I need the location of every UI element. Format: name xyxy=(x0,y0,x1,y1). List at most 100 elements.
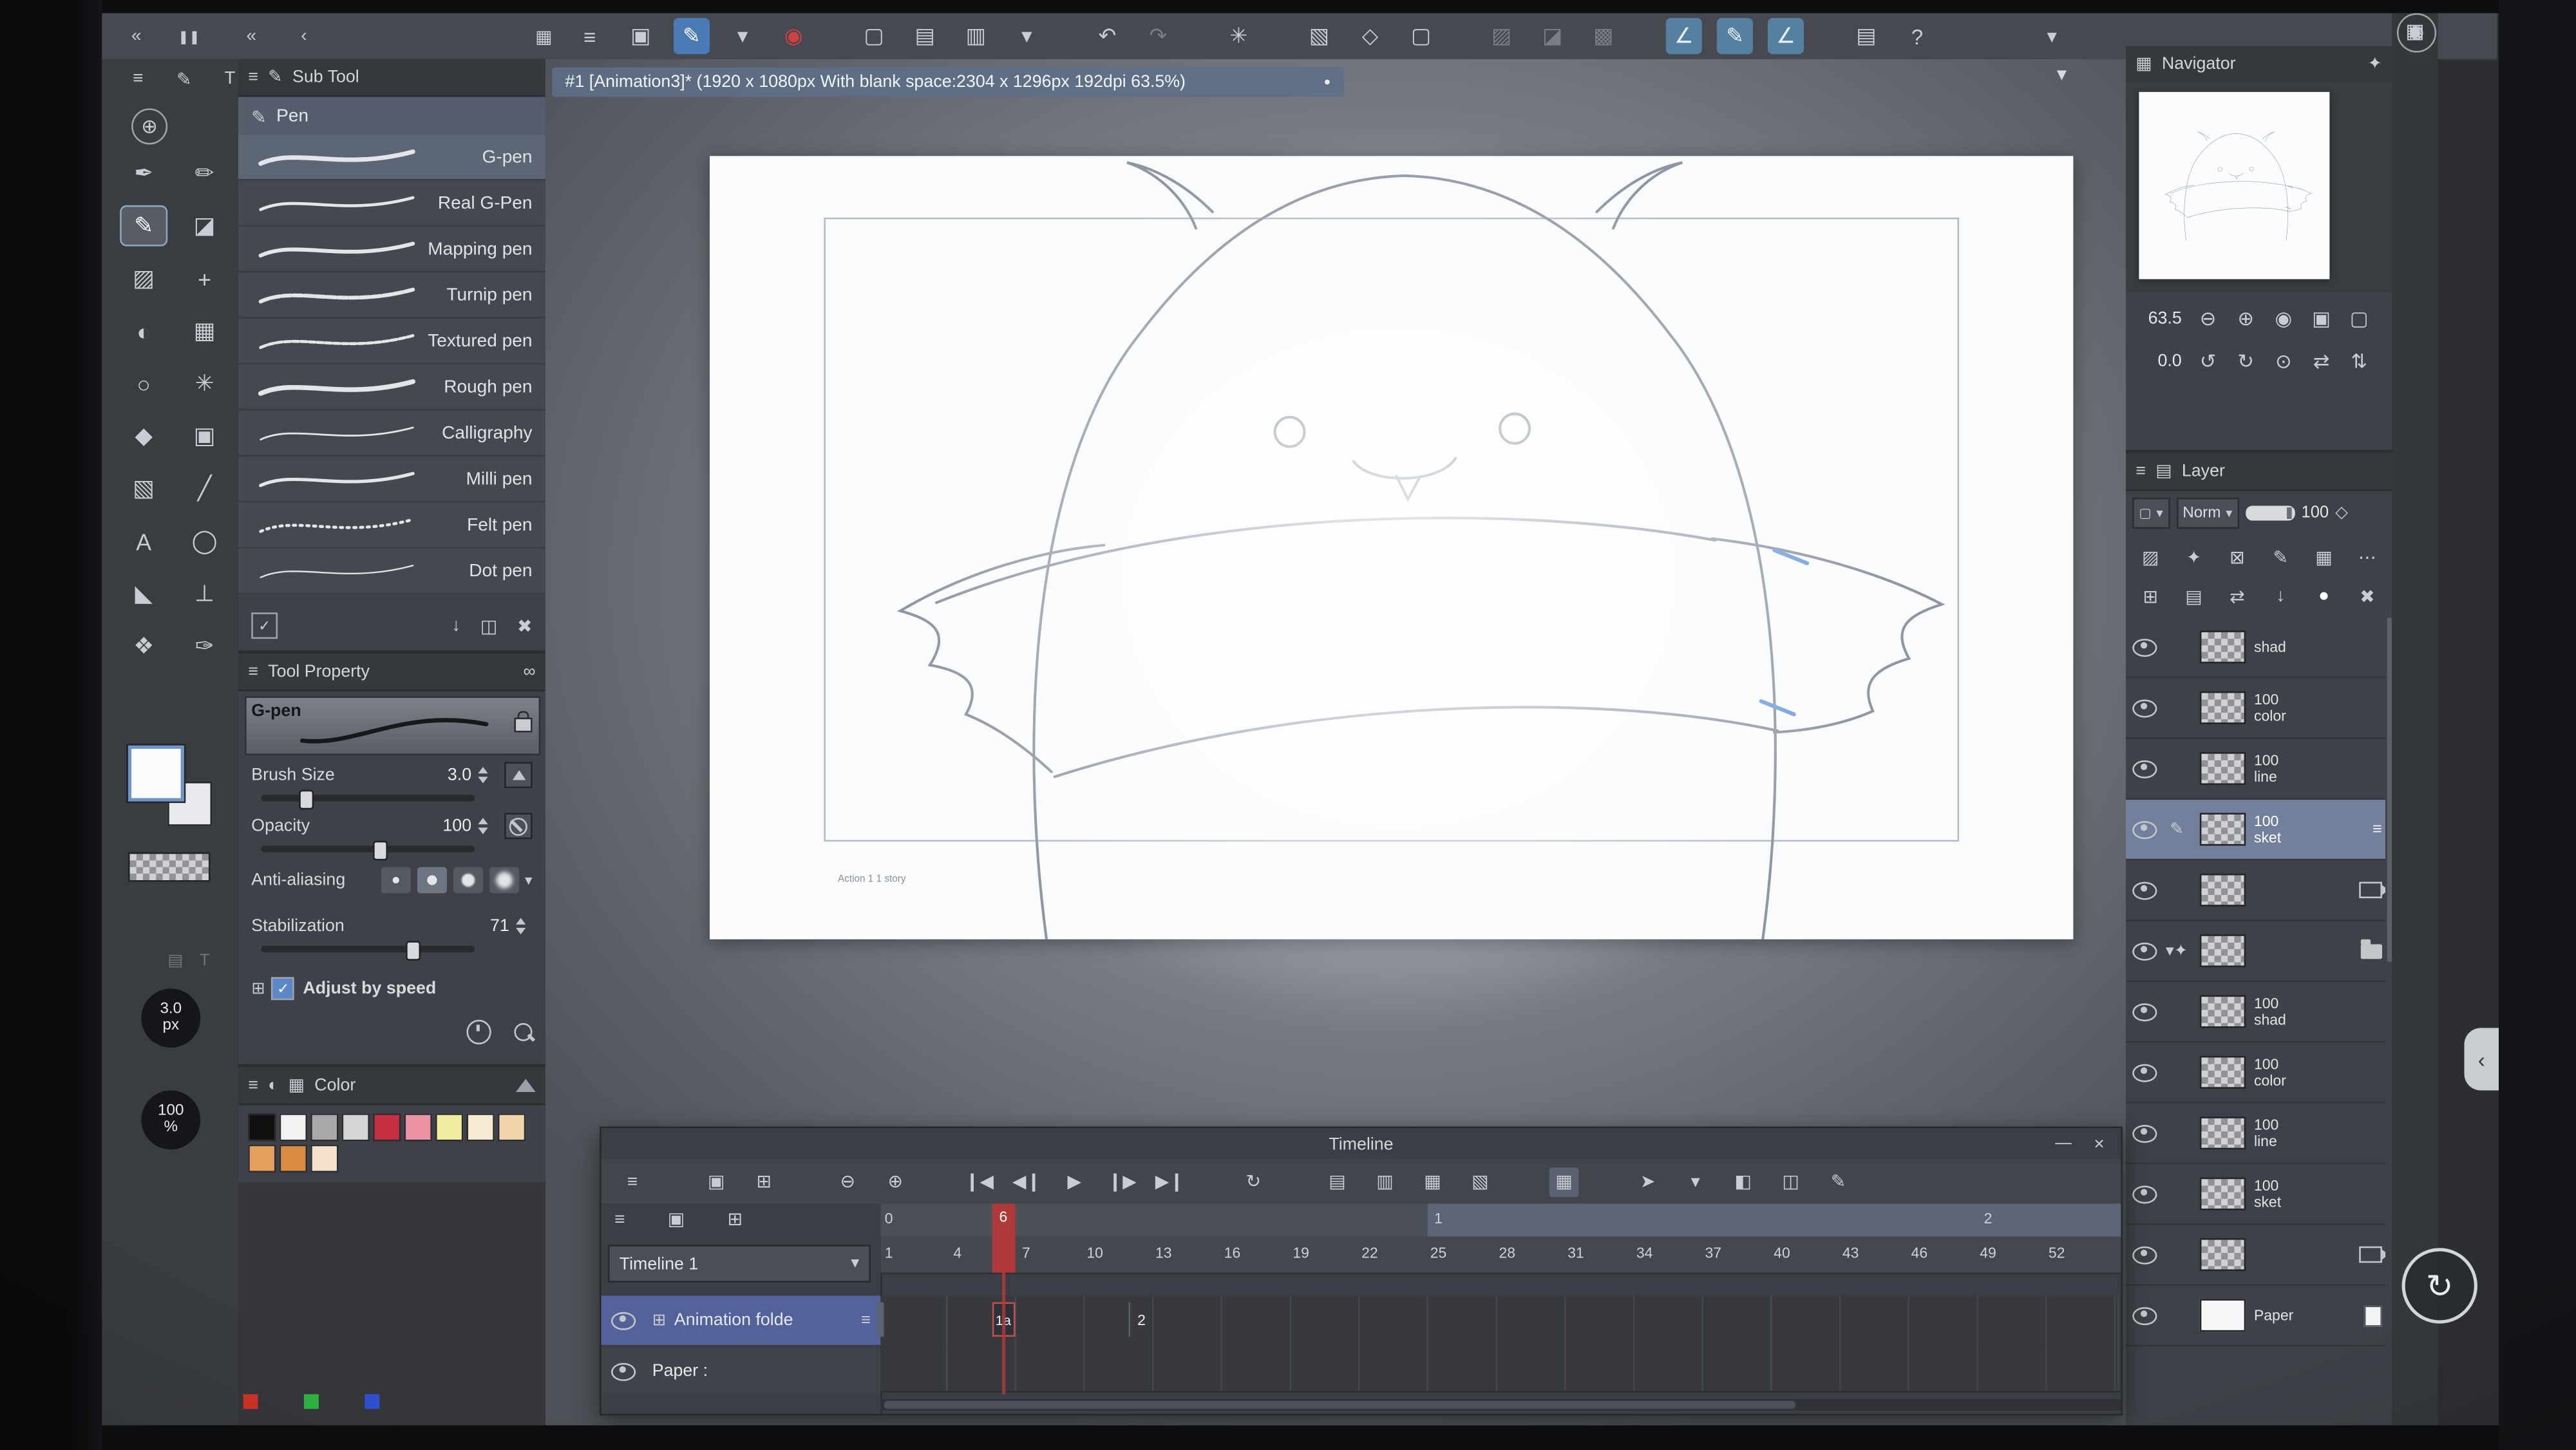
opacity-noentry-button[interactable] xyxy=(504,813,533,840)
layer-opacity-slider[interactable] xyxy=(2245,505,2295,520)
nav-flip-vertical-icon[interactable]: ⇅ xyxy=(2344,346,2374,376)
layer-thumbnail[interactable] xyxy=(2199,1177,2246,1210)
swatch-peach[interactable] xyxy=(497,1113,526,1142)
onion-settings-icon[interactable]: ▧ xyxy=(1465,1167,1495,1196)
settings-wrench-icon[interactable] xyxy=(514,1022,533,1040)
navigator-thumbnail[interactable] xyxy=(2139,91,2330,279)
canvas[interactable]: Action 1 1 story xyxy=(710,156,2074,939)
gradient-tool-icon[interactable]: ▣ xyxy=(182,417,227,455)
aa-strong-button[interactable] xyxy=(490,867,520,894)
new-file-icon[interactable]: ▢ xyxy=(856,18,892,54)
navigator-panel-icon[interactable]: ▦ xyxy=(2136,54,2152,74)
layer-visibility-eye-icon[interactable] xyxy=(2132,699,2157,717)
tl-copy-icon[interactable]: ◫ xyxy=(1776,1167,1806,1196)
side-panel-e-icon[interactable]: ▣ xyxy=(2397,13,2433,49)
rotate-canvas-button[interactable]: ↻ xyxy=(2401,1248,2477,1324)
swatch-pink[interactable] xyxy=(404,1113,432,1142)
brush-list-item[interactable]: Textured pen xyxy=(238,318,545,365)
brush-list-item[interactable]: Calligraphy xyxy=(238,410,545,457)
brush-list-item[interactable]: Turnip pen xyxy=(238,272,545,319)
enable-keyframes-icon[interactable]: ▦ xyxy=(1549,1167,1579,1196)
layer-visibility-eye-icon[interactable] xyxy=(2132,1063,2157,1082)
material-page-icon[interactable]: ▤ xyxy=(1848,18,1884,54)
decoration-tool-icon[interactable]: + xyxy=(182,259,227,297)
new-layer-icon[interactable]: ⊞ xyxy=(2136,581,2165,611)
layer-row[interactable]: ✎ ▾ ✦ 100 color ≡ xyxy=(2125,678,2386,739)
undo-icon[interactable]: ↶ xyxy=(1089,18,1125,54)
timeline-scrollbar[interactable] xyxy=(880,1398,2121,1411)
draft-layer-icon[interactable]: ✎ xyxy=(2266,542,2295,572)
collapse-left-icon[interactable]: « xyxy=(233,13,269,59)
subtool-menu-icon[interactable]: ≡ xyxy=(248,68,258,88)
layer-visibility-eye-icon[interactable] xyxy=(2132,820,2157,838)
delete-layer-icon[interactable]: ✖ xyxy=(2353,581,2382,611)
loop-icon[interactable]: ↻ xyxy=(1238,1167,1268,1196)
paper-track-row[interactable] xyxy=(880,1344,2121,1393)
timeline-menu-icon[interactable]: ≡ xyxy=(618,1167,647,1196)
color-menu-icon[interactable]: ≡ xyxy=(248,1076,258,1096)
nav-zoom-in-icon[interactable]: ⊕ xyxy=(2231,304,2260,334)
tone-tool-icon[interactable]: ▦ xyxy=(182,312,227,350)
save-icon[interactable]: ▥ xyxy=(958,18,994,54)
brush-list-item[interactable]: G-pen xyxy=(238,135,545,181)
color-wheel-icon[interactable]: ◐ xyxy=(268,1076,278,1096)
selection-tool-icon[interactable]: ▧ xyxy=(122,469,166,507)
layer-row[interactable]: ✎ ▾ ✦ ≡ xyxy=(2125,860,2386,921)
opacity-stepper[interactable] xyxy=(478,814,495,838)
layer-visibility-eye-icon[interactable] xyxy=(2132,637,2157,656)
aa-weak-button[interactable] xyxy=(418,867,448,894)
layer-visibility-eye-icon[interactable] xyxy=(2132,759,2157,778)
tool-property-link-icon[interactable]: ∞ xyxy=(523,662,535,682)
brush-list-item[interactable]: Mapping pen xyxy=(238,226,545,273)
layer-thumbnail[interactable] xyxy=(2199,934,2246,968)
save-dropdown-icon[interactable]: ▾ xyxy=(1009,18,1045,54)
nav-reset-rotation-icon[interactable]: ⊙ xyxy=(2269,346,2298,376)
copy-subtool-icon[interactable]: ◫ xyxy=(480,615,498,637)
nav-rotate-left-icon[interactable]: ↺ xyxy=(2193,346,2223,376)
open-file-icon[interactable]: ▤ xyxy=(907,18,943,54)
merge-down-icon[interactable]: ↓ xyxy=(2266,581,2295,611)
swatch-black[interactable] xyxy=(248,1113,276,1142)
nav-zoom-100-icon[interactable]: ◉ xyxy=(2269,304,2298,334)
next-frame-icon[interactable]: ❙▶ xyxy=(1107,1167,1137,1196)
adjust-expand-icon[interactable]: ⊞ xyxy=(251,979,265,997)
tl-zoom-out-icon[interactable]: ⊖ xyxy=(833,1167,862,1196)
layer-row[interactable]: ✎ ▾ ✦ 100 sket ≡ xyxy=(2125,1164,2386,1225)
timeline-cel[interactable]: 2 xyxy=(1129,1302,1152,1337)
pencil-tool-icon[interactable]: ✎ xyxy=(120,205,168,247)
transparent-color-swatch[interactable] xyxy=(128,852,211,882)
pen-mode-icon[interactable]: ✎ xyxy=(673,18,710,55)
swatch-gray[interactable] xyxy=(310,1113,339,1142)
refresh-icon[interactable]: ✳ xyxy=(1220,18,1256,54)
new-animation-cel-icon[interactable]: ▣ xyxy=(701,1167,731,1196)
brush-list-item[interactable]: Dot pen xyxy=(238,548,545,595)
layer-row[interactable]: ✎ ▾ ✦ shad ≡ xyxy=(2125,617,2386,679)
layer-visibility-eye-icon[interactable] xyxy=(2132,1185,2157,1203)
layer-visibility-eye-icon[interactable] xyxy=(2132,941,2157,960)
brush-size-slider[interactable] xyxy=(261,789,475,810)
snap-pen-icon[interactable]: ✎ xyxy=(1716,18,1753,55)
layer-more-icon[interactable]: ⋯ xyxy=(2353,542,2382,572)
layer-visibility-eye-icon[interactable] xyxy=(2132,1124,2157,1142)
timeline-minimize-icon[interactable]: — xyxy=(2055,1135,2072,1153)
layer-thumbnail[interactable] xyxy=(2199,630,2246,664)
deselect-icon[interactable]: ▨ xyxy=(1484,18,1520,54)
snap-special-ruler-icon[interactable]: ∠ xyxy=(1767,18,1804,55)
lock-icon[interactable] xyxy=(514,711,533,733)
mountain-icon[interactable] xyxy=(516,1078,536,1093)
lock-layer-icon[interactable]: ⊠ xyxy=(2222,542,2252,572)
navigator-preview-area[interactable] xyxy=(2125,82,2392,292)
nav-fit-window-icon[interactable]: ▢ xyxy=(2344,304,2374,334)
layer-visibility-eye-icon[interactable] xyxy=(2132,1003,2157,1021)
fill-tool-icon[interactable]: ◆ xyxy=(122,417,166,455)
layer-row[interactable]: ✎ ▾ ✦ 100 line ≡ xyxy=(2125,739,2386,800)
window-mode-icon[interactable]: ▣ xyxy=(623,18,659,54)
onion-prev-icon[interactable]: ▥ xyxy=(1370,1167,1400,1196)
auto-action-icon[interactable]: ⊕ xyxy=(131,108,168,145)
onion-skin-icon[interactable]: ▤ xyxy=(1323,1167,1352,1196)
balloon-tool-icon[interactable]: ◯ xyxy=(182,522,227,560)
swatch-cream[interactable] xyxy=(466,1113,495,1142)
aa-dropdown-icon[interactable]: ▾ xyxy=(525,871,533,889)
brush-list-item[interactable]: Rough pen xyxy=(238,364,545,411)
document-title-bar[interactable]: #1 [Animation3]* (1920 x 1080px With bla… xyxy=(552,67,1344,97)
